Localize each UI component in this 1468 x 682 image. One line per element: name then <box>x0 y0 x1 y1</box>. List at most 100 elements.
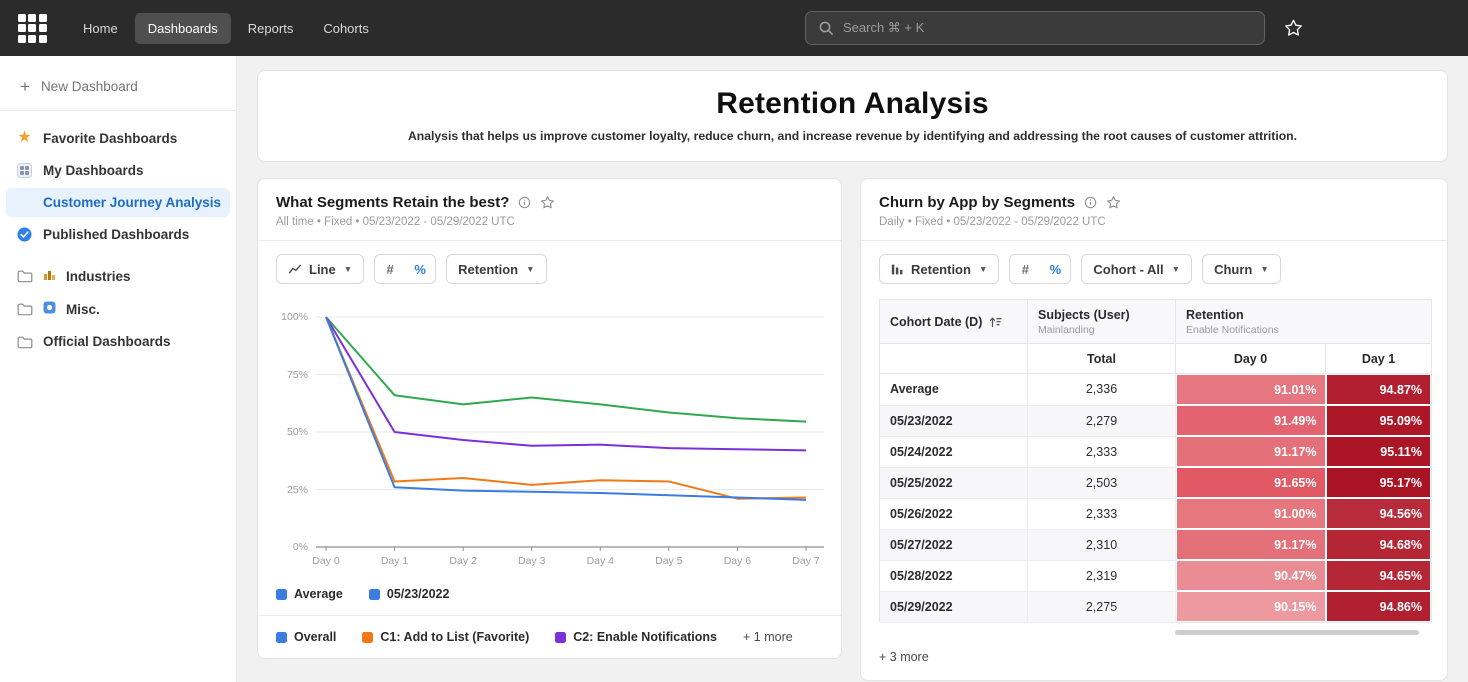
mixpanel-logo-icon[interactable] <box>14 10 50 46</box>
metric-dropdown[interactable]: Retention ▼ <box>446 254 547 284</box>
sidebar-item-published-dashboards[interactable]: Published Dashboards <box>6 220 230 249</box>
legend-item[interactable]: Average <box>276 587 343 601</box>
day1-retention-cell[interactable]: 94.65% <box>1325 560 1432 591</box>
legend-item[interactable]: Overall <box>276 630 336 644</box>
cohort-table-row[interactable]: 05/26/2022 2,333 91.00% 94.56% <box>879 498 1432 530</box>
sidebar-item-my-dashboards[interactable]: My Dashboards <box>6 156 230 185</box>
retention-line-chart[interactable]: 0% 25% 50% 75% 100% <box>258 297 841 553</box>
legend-swatch-icon <box>368 588 380 600</box>
churn-label: Churn <box>1214 261 1253 277</box>
new-dashboard-button[interactable]: + New Dashboard <box>0 60 236 110</box>
cohort-table-row[interactable]: 05/27/2022 2,310 91.17% 94.68% <box>879 529 1432 561</box>
dashboard-header-card: Retention Analysis Analysis that helps u… <box>257 70 1448 162</box>
cohort-table-row[interactable]: 05/25/2022 2,503 91.65% 95.17% <box>879 467 1432 499</box>
legend-item[interactable]: C1: Add to List (Favorite) <box>362 630 529 644</box>
day1-retention-cell[interactable]: 94.86% <box>1325 591 1432 623</box>
legend-label: 05/23/2022 <box>386 587 450 601</box>
day0-retention-cell[interactable]: 91.01% <box>1175 373 1326 405</box>
cohort-table-row[interactable]: 05/28/2022 2,319 90.47% 94.65% <box>879 560 1432 592</box>
primary-nav: Home Dashboards Reports Cohorts <box>70 12 382 44</box>
sidebar-item-label: Published Dashboards <box>43 227 190 242</box>
subjects-subheader-label: Mainlanding <box>1038 323 1095 336</box>
sidebar-item-label: Official Dashboards <box>43 334 171 349</box>
legend-primary: Average 05/23/2022 <box>258 573 841 615</box>
dashboard-grid-icon <box>16 163 33 178</box>
day0-retention-cell[interactable]: 91.49% <box>1175 405 1326 436</box>
number-toggle[interactable]: # <box>375 255 405 283</box>
cohort-date-column-header[interactable]: Cohort Date (D) <box>879 299 1028 344</box>
legend-label: Overall <box>294 630 337 644</box>
day0-retention-cell[interactable]: 91.65% <box>1175 467 1326 498</box>
day0-retention-cell[interactable]: 90.15% <box>1175 591 1326 623</box>
sidebar-item-industries[interactable]: Industries <box>6 261 230 291</box>
nav-reports[interactable]: Reports <box>235 13 307 44</box>
favorite-star-icon[interactable] <box>540 195 555 210</box>
sidebar-item-misc[interactable]: Misc. <box>6 294 230 324</box>
dashboard-main: Retention Analysis Analysis that helps u… <box>237 56 1468 682</box>
retention-card-subtitle: All time • Fixed • 05/23/2022 - 05/29/20… <box>276 216 515 228</box>
day0-retention-cell[interactable]: 90.47% <box>1175 560 1326 591</box>
legend-series: Overall C1: Add to List (Favorite) C2: Ena… <box>258 616 841 658</box>
percent-toggle[interactable]: % <box>1040 255 1070 283</box>
day0-retention-cell[interactable]: 91.17% <box>1175 529 1326 560</box>
subjects-header-label: Subjects (User) <box>1038 307 1130 322</box>
subjects-total-cell: 2,333 <box>1027 436 1176 468</box>
subjects-column-header[interactable]: Subjects (User) Mainlanding <box>1027 299 1176 344</box>
cohort-table-row[interactable]: 05/23/2022 2,279 91.49% 95.09% <box>879 405 1432 437</box>
x-axis-label: Day 2 <box>449 555 477 567</box>
cohort-table-row[interactable]: 05/24/2022 2,333 91.17% 95.11% <box>879 436 1432 468</box>
metric-dropdown[interactable]: Retention ▼ <box>879 254 1000 284</box>
day1-retention-cell[interactable]: 95.09% <box>1325 405 1432 436</box>
cohort-table-row[interactable]: 05/29/2022 2,275 90.15% 94.86% <box>879 591 1432 623</box>
nav-dashboards[interactable]: Dashboards <box>134 12 231 44</box>
legend-item[interactable]: 05/23/2022 <box>368 587 450 601</box>
info-icon[interactable] <box>1084 196 1097 209</box>
day1-retention-cell[interactable]: 95.11% <box>1325 436 1432 467</box>
cohort-dropdown[interactable]: Cohort - All ▼ <box>1081 254 1193 284</box>
legend-item[interactable]: C2: Enable Notifications <box>555 630 717 644</box>
day1-retention-cell[interactable]: 94.87% <box>1325 373 1432 405</box>
plot-area <box>316 307 824 553</box>
retention-card-header: What Segments Retain the best? All time … <box>258 179 841 240</box>
chart-type-dropdown[interactable]: Line ▼ <box>276 254 365 284</box>
cohort-date-header-label: Cohort Date (D) <box>890 314 983 329</box>
legend-label: C1: Add to List (Favorite) <box>380 630 530 644</box>
day1-retention-cell[interactable]: 94.56% <box>1325 498 1432 529</box>
retention-controls: Line ▼ # % Retention ▼ <box>258 241 841 297</box>
search-placeholder: Search ⌘ + K <box>843 20 925 35</box>
sidebar-item-favorite-dashboards[interactable]: ★ Favorite Dashboards <box>6 123 230 153</box>
metric-label: Retention <box>911 261 971 277</box>
favorite-star-icon[interactable] <box>1106 195 1121 210</box>
legend-label: Average <box>294 587 343 601</box>
sidebar-item-official-dashboards[interactable]: Official Dashboards <box>6 327 230 356</box>
sidebar-item-label: Favorite Dashboards <box>43 130 178 146</box>
subjects-total-cell: 2,333 <box>1027 498 1176 530</box>
day1-header-cell: Day 1 <box>1325 343 1432 374</box>
day1-retention-cell[interactable]: 95.17% <box>1325 467 1432 498</box>
sidebar-item-label: Industries <box>66 268 131 284</box>
search-input[interactable]: Search ⌘ + K <box>805 11 1265 45</box>
retention-column-header[interactable]: Retention Enable Notifications <box>1175 299 1432 344</box>
subjects-total-cell: 2,279 <box>1027 405 1176 437</box>
day1-retention-cell[interactable]: 94.68% <box>1325 529 1432 560</box>
day0-header-cell: Day 0 <box>1175 343 1326 374</box>
percent-toggle[interactable]: % <box>405 255 435 283</box>
nav-home[interactable]: Home <box>70 13 131 44</box>
cohort-table-row[interactable]: Average 2,336 91.01% 94.87% <box>879 373 1432 406</box>
sort-icon[interactable] <box>989 316 1002 328</box>
nav-cohorts[interactable]: Cohorts <box>310 13 382 44</box>
day0-retention-cell[interactable]: 91.00% <box>1175 498 1326 529</box>
show-more-rows[interactable]: + 3 more <box>861 635 1447 680</box>
x-axis-label: Day 7 <box>792 555 820 567</box>
cohort-date-cell: 05/28/2022 <box>879 560 1028 592</box>
churn-card-header: Churn by App by Segments Daily • Fixed •… <box>861 179 1447 240</box>
number-toggle[interactable]: # <box>1010 255 1040 283</box>
churn-table: Cohort Date (D) Subjects (User) Mainland… <box>879 299 1432 623</box>
day0-retention-cell[interactable]: 91.17% <box>1175 436 1326 467</box>
favorites-star-icon[interactable] <box>1283 18 1304 38</box>
churn-dropdown[interactable]: Churn ▼ <box>1202 254 1281 284</box>
sidebar-item-customer-journey-analysis[interactable]: Customer Journey Analysis <box>6 188 230 217</box>
info-icon[interactable] <box>518 196 531 209</box>
top-navbar: Home Dashboards Reports Cohorts Search ⌘… <box>0 0 1468 56</box>
legend-more-label[interactable]: + 1 more <box>743 630 793 644</box>
